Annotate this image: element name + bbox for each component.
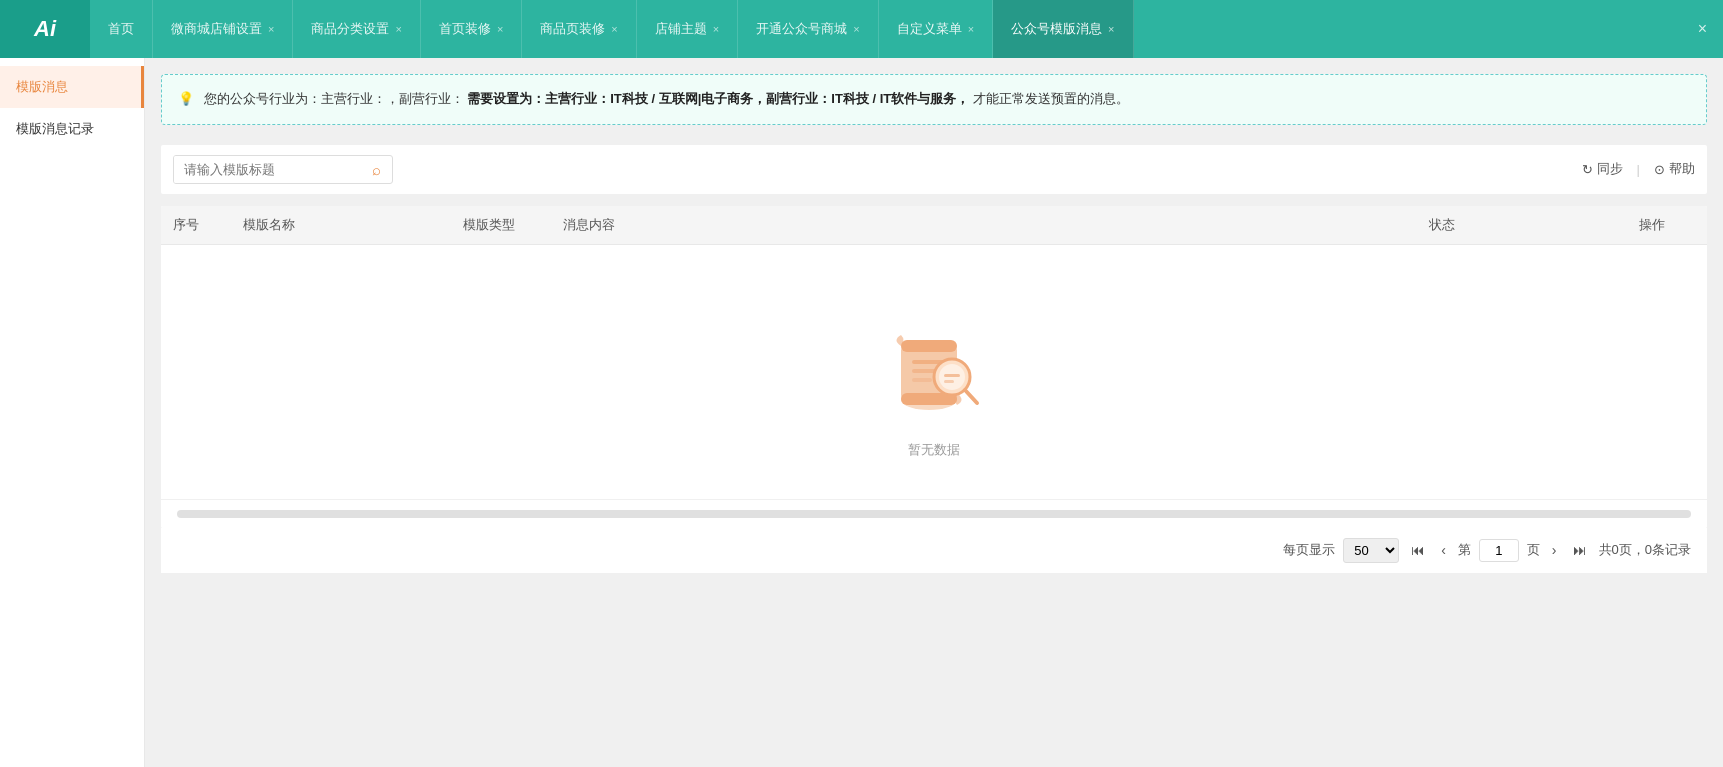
scroll-bar-area bbox=[161, 499, 1707, 528]
nav-tab-homepage-decor[interactable]: 首页装修 × bbox=[421, 0, 522, 58]
th-template-type: 模版类型 bbox=[451, 206, 551, 244]
first-page-button[interactable]: ⏮ bbox=[1407, 540, 1429, 560]
svg-rect-6 bbox=[912, 378, 932, 382]
nav-tab-shop-settings[interactable]: 微商城店铺设置 × bbox=[153, 0, 293, 58]
empty-state: 暂无数据 bbox=[161, 245, 1707, 499]
nav-tab-home[interactable]: 首页 bbox=[90, 0, 153, 58]
content-area: 💡 您的公众号行业为：主营行业：，副营行业： 需要设置为：主营行业：IT科技 /… bbox=[145, 58, 1723, 767]
svg-rect-11 bbox=[944, 380, 954, 383]
help-button[interactable]: ⊙ 帮助 bbox=[1654, 160, 1695, 178]
nav-tab-custom-menu[interactable]: 自定义菜单 × bbox=[879, 0, 993, 58]
nav-tab-theme[interactable]: 店铺主题 × bbox=[637, 0, 738, 58]
search-icon: ⌕ bbox=[372, 161, 381, 178]
close-tab-category[interactable]: × bbox=[395, 23, 401, 35]
sidebar-item-template-msg[interactable]: 模版消息 bbox=[0, 66, 144, 108]
page-size-label: 每页显示 bbox=[1283, 541, 1335, 559]
nav-tab-template-msg[interactable]: 公众号模版消息 × bbox=[993, 0, 1133, 58]
main-layout: 模版消息 模版消息记录 💡 您的公众号行业为：主营行业：，副营行业： 需要设置为… bbox=[0, 58, 1723, 767]
search-button[interactable]: ⌕ bbox=[364, 161, 389, 178]
close-all-tabs-button[interactable]: × bbox=[1682, 0, 1723, 58]
sync-icon: ↻ bbox=[1582, 162, 1593, 177]
toolbar-divider: | bbox=[1637, 162, 1640, 177]
page-prefix: 第 bbox=[1458, 541, 1471, 559]
help-icon: ⊙ bbox=[1654, 162, 1665, 177]
page-unit: 页 bbox=[1527, 541, 1540, 559]
empty-text: 暂无数据 bbox=[908, 441, 960, 459]
last-page-button[interactable]: ⏭ bbox=[1569, 540, 1591, 560]
page-size-select[interactable]: 50 20 100 bbox=[1343, 538, 1399, 563]
svg-line-9 bbox=[965, 390, 977, 403]
th-action: 操作 bbox=[1597, 206, 1707, 244]
logo: Ai bbox=[0, 0, 90, 58]
close-tab-template-msg[interactable]: × bbox=[1108, 23, 1114, 35]
th-template-name: 模版名称 bbox=[231, 206, 451, 244]
next-page-button[interactable]: › bbox=[1548, 540, 1561, 560]
notice-icon: 💡 bbox=[178, 91, 194, 106]
close-tab-product-decor[interactable]: × bbox=[611, 23, 617, 35]
pagination: 每页显示 50 20 100 ⏮ ‹ 第 页 › ⏭ 共0页，0条记录 bbox=[161, 528, 1707, 573]
sidebar-item-template-msg-record[interactable]: 模版消息记录 bbox=[0, 108, 144, 150]
current-page-input[interactable] bbox=[1479, 539, 1519, 562]
sync-button[interactable]: ↻ 同步 bbox=[1582, 160, 1623, 178]
th-status: 状态 bbox=[1417, 206, 1597, 244]
search-right-actions: ↻ 同步 | ⊙ 帮助 bbox=[1582, 160, 1695, 178]
close-tab-custom-menu[interactable]: × bbox=[968, 23, 974, 35]
th-index: 序号 bbox=[161, 206, 231, 244]
sidebar: 模版消息 模版消息记录 bbox=[0, 58, 145, 767]
search-bar-area: ⌕ ↻ 同步 | ⊙ 帮助 bbox=[161, 145, 1707, 194]
th-msg-content: 消息内容 bbox=[551, 206, 1417, 244]
close-tab-shop-settings[interactable]: × bbox=[268, 23, 274, 35]
close-tab-theme[interactable]: × bbox=[713, 23, 719, 35]
data-table: 序号 模版名称 模版类型 消息内容 状态 操作 bbox=[161, 206, 1707, 528]
horizontal-scrollbar[interactable] bbox=[177, 510, 1691, 518]
top-nav-bar: Ai 首页 微商城店铺设置 × 商品分类设置 × 首页装修 × 商品页装修 × … bbox=[0, 0, 1723, 58]
total-pages-label: 共0页，0条记录 bbox=[1599, 541, 1691, 559]
nav-tab-product-decor[interactable]: 商品页装修 × bbox=[522, 0, 636, 58]
empty-state-icon bbox=[874, 305, 994, 425]
notice-box: 💡 您的公众号行业为：主营行业：，副营行业： 需要设置为：主营行业：IT科技 /… bbox=[161, 74, 1707, 125]
nav-tabs: 首页 微商城店铺设置 × 商品分类设置 × 首页装修 × 商品页装修 × 店铺主… bbox=[90, 0, 1682, 58]
search-input[interactable] bbox=[174, 156, 364, 183]
close-tab-open-mall[interactable]: × bbox=[853, 23, 859, 35]
nav-tab-open-mall[interactable]: 开通公众号商城 × bbox=[738, 0, 878, 58]
table-header: 序号 模版名称 模版类型 消息内容 状态 操作 bbox=[161, 206, 1707, 245]
close-tab-homepage-decor[interactable]: × bbox=[497, 23, 503, 35]
nav-tab-category[interactable]: 商品分类设置 × bbox=[293, 0, 420, 58]
prev-page-button[interactable]: ‹ bbox=[1437, 540, 1450, 560]
svg-rect-2 bbox=[901, 340, 957, 352]
search-input-wrap: ⌕ bbox=[173, 155, 393, 184]
svg-rect-10 bbox=[944, 374, 960, 377]
